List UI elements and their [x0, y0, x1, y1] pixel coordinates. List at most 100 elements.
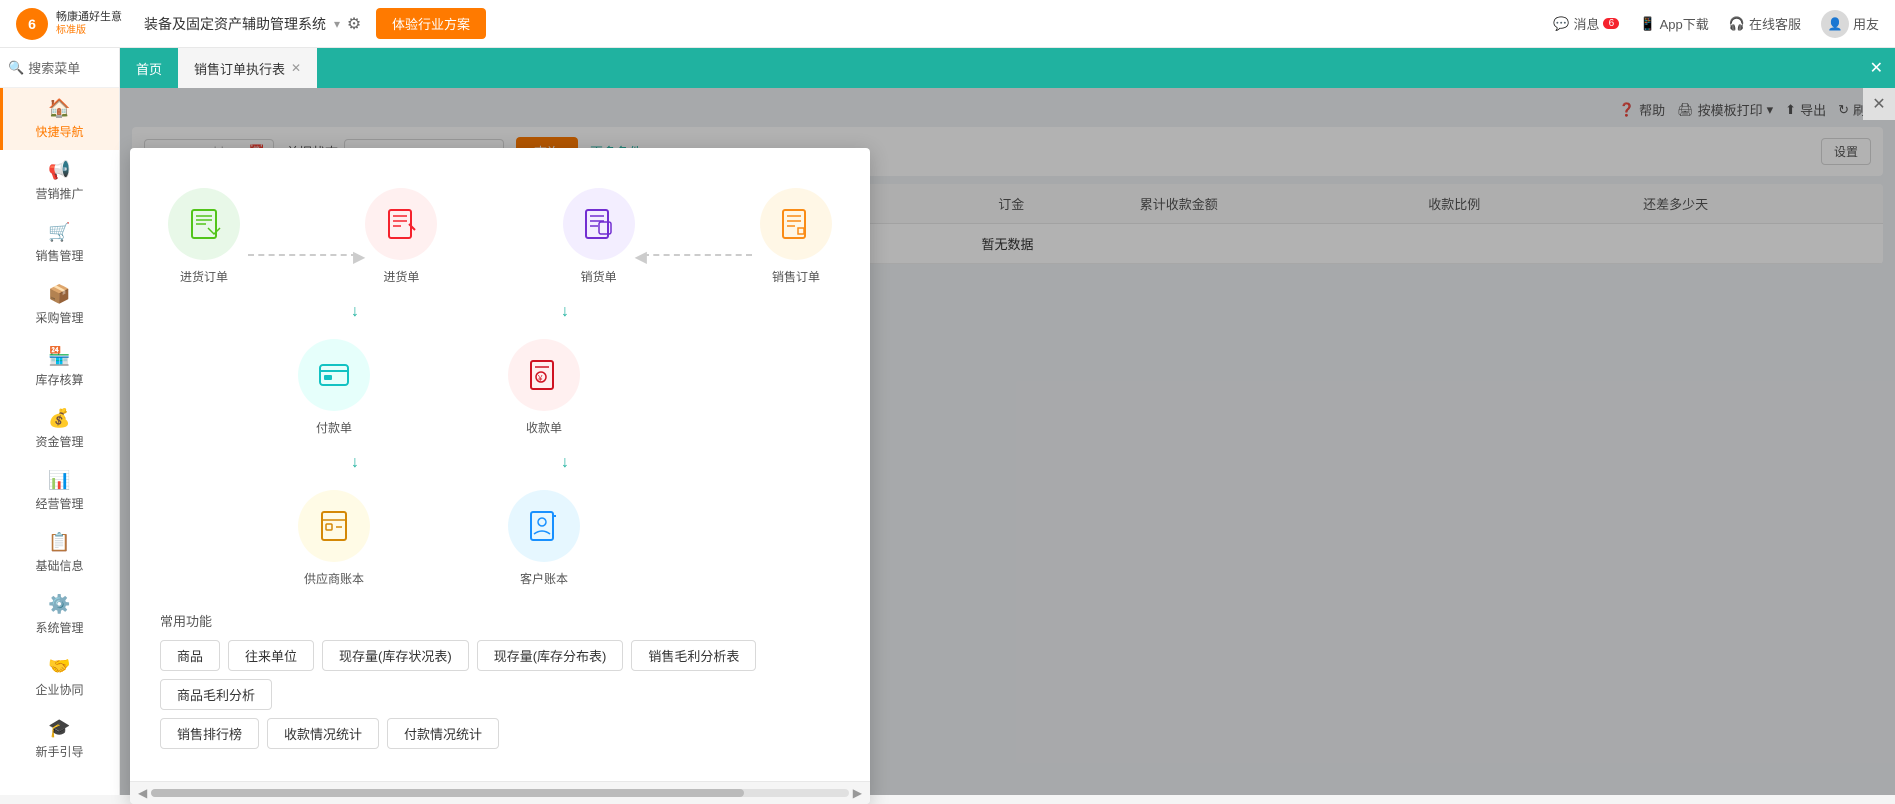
- sidebar-item-newbie[interactable]: 🎓 新手引导: [0, 708, 119, 770]
- sidebar-item-system[interactable]: ⚙️ 系统管理: [0, 584, 119, 646]
- func-btn-product[interactable]: 商品: [160, 640, 220, 671]
- logo-icon: 6: [16, 8, 48, 40]
- online-service-action[interactable]: 🎧 在线客服: [1729, 14, 1801, 33]
- sales-bill-circle[interactable]: [563, 188, 635, 260]
- modal-content: 进货订单 ▶: [130, 148, 870, 781]
- scroll-left-icon[interactable]: ◀: [138, 786, 147, 800]
- down-arrow-payment-icon: ↓: [351, 454, 359, 472]
- flow-node-receipt[interactable]: ¥ 收款单: [500, 323, 588, 452]
- header-right: 💬 消息 6 📱 App下载 🎧 在线客服 👤 用友: [1553, 10, 1879, 38]
- sales-bill-label: 销货单: [581, 268, 617, 285]
- supplier-account-label: 供应商账本: [304, 570, 364, 587]
- newbie-icon: 🎓: [48, 718, 70, 739]
- sidebar-item-enterprise[interactable]: 🤝 企业协同: [0, 646, 119, 708]
- func-btn-sales-rank[interactable]: 销售排行榜: [160, 718, 259, 749]
- func-btn-product-profit[interactable]: 商品毛利分析: [160, 679, 272, 710]
- logo-area: 6 畅康通好生意 标准版: [16, 8, 136, 40]
- func-buttons-row1: 商品 往来单位 现存量(库存状况表) 现存量(库存分布表) 销售毛利分析表 商品…: [160, 640, 840, 710]
- user-name: 用友: [1853, 14, 1879, 33]
- modal-close-button[interactable]: ✕: [1863, 88, 1895, 120]
- user-profile[interactable]: 👤 用友: [1821, 10, 1879, 38]
- flow-node-purchase-order[interactable]: 进货订单: [160, 172, 248, 301]
- content-area: 首页 销售订单执行表 ✕ ✕ ❓ 帮助 🖨 按模板打印 ▾: [120, 48, 1895, 795]
- app-download-action[interactable]: 📱 App下载: [1639, 14, 1708, 33]
- message-action[interactable]: 💬 消息 6: [1553, 14, 1619, 33]
- purchase-order-circle[interactable]: [168, 188, 240, 260]
- flow-node-purchase-bill[interactable]: 进货单: [357, 172, 445, 301]
- sidebar-item-operation[interactable]: 📊 经营管理: [0, 460, 119, 522]
- sidebar-item-marketing[interactable]: 📢 营销推广: [0, 150, 119, 212]
- v-arrow-payment: ↓: [290, 452, 420, 474]
- main-layout: 🔍 搜索菜单 🏠 快捷导航 📢 营销推广 🛒 销售管理 📦 采购管理 🏪 库存核…: [0, 48, 1895, 795]
- flow-node-sales-order[interactable]: 销售订单: [752, 172, 840, 301]
- top-header: 6 畅康通好生意 标准版 装备及固定资产辅助管理系统 ▾ ⚙ 体验行业方案 💬 …: [0, 0, 1895, 48]
- func-btn-payment-stats[interactable]: 付款情况统计: [387, 718, 499, 749]
- receipt-circle[interactable]: ¥: [508, 339, 580, 411]
- purchase-bill-label: 进货单: [383, 268, 419, 285]
- page-content: ❓ 帮助 🖨 按模板打印 ▾ ⬆ 导出 ↻ 刷新: [120, 88, 1895, 795]
- download-icon: 📱: [1639, 16, 1655, 32]
- quick-nav-icon: 🏠: [48, 98, 70, 119]
- func-btn-sales-profit[interactable]: 销售毛利分析表: [631, 640, 756, 671]
- sidebar-item-basic[interactable]: 📋 基础信息: [0, 522, 119, 584]
- v-arrow-receipt: ↓: [500, 452, 630, 474]
- func-buttons-row2: 销售排行榜 收款情况统计 付款情况统计: [160, 718, 840, 749]
- func-btn-partner[interactable]: 往来单位: [228, 640, 314, 671]
- tab-bar: 首页 销售订单执行表 ✕ ✕: [120, 48, 1895, 88]
- flow-diagram: 进货订单 ▶: [160, 172, 840, 603]
- scrollbar-track[interactable]: [151, 789, 849, 797]
- settings-icon[interactable]: ⚙: [340, 10, 368, 38]
- down-arrow-sales-icon: ↓: [561, 303, 569, 321]
- flow-node-customer-account[interactable]: 客户账本: [500, 474, 588, 603]
- tab-sales-exec[interactable]: 销售订单执行表 ✕: [178, 48, 317, 88]
- payment-label: 付款单: [316, 419, 352, 436]
- search-icon: 🔍: [8, 60, 24, 76]
- flow-node-supplier-account[interactable]: 供应商账本: [290, 474, 378, 603]
- purchase-bill-circle[interactable]: [365, 188, 437, 260]
- customer-account-label: 客户账本: [520, 570, 568, 587]
- flow-node-payment[interactable]: 付款单: [290, 323, 378, 452]
- payment-circle[interactable]: [298, 339, 370, 411]
- func-btn-inventory-dist[interactable]: 现存量(库存分布表): [477, 640, 624, 671]
- inventory-icon: 🏪: [48, 346, 70, 367]
- v-arrow-purchase-bill: ↓: [290, 301, 420, 323]
- flow-node-sales-bill[interactable]: 销货单: [555, 172, 643, 301]
- sidebar-item-inventory[interactable]: 🏪 库存核算: [0, 336, 119, 398]
- tab-bar-close-icon[interactable]: ✕: [1870, 58, 1883, 78]
- marketing-icon: 📢: [48, 160, 70, 181]
- tab-close-icon[interactable]: ✕: [291, 61, 301, 75]
- modal-scrollbar: ◀ ▶: [130, 781, 870, 804]
- sales-icon: 🛒: [48, 222, 70, 243]
- service-icon: 🎧: [1729, 16, 1745, 32]
- purchase-order-label: 进货订单: [180, 268, 228, 285]
- func-btn-receipt-stats[interactable]: 收款情况统计: [267, 718, 379, 749]
- sidebar-item-sales[interactable]: 🛒 销售管理: [0, 212, 119, 274]
- system-icon: ⚙️: [48, 594, 70, 615]
- message-badge: 6: [1603, 18, 1619, 29]
- v-arrow-purchase-order: [160, 310, 290, 314]
- flow-row-2: 付款单 ¥ 收款单: [160, 323, 840, 452]
- supplier-account-circle[interactable]: [298, 490, 370, 562]
- scroll-right-icon[interactable]: ▶: [853, 786, 862, 800]
- down-arrow-receipt-icon: ↓: [561, 454, 569, 472]
- v-arrow-sales-order: [710, 310, 840, 314]
- func-btn-inventory-status[interactable]: 现存量(库存状况表): [322, 640, 469, 671]
- operation-icon: 📊: [48, 470, 70, 491]
- sidebar-search[interactable]: 🔍 搜索菜单: [0, 48, 119, 88]
- purchase-icon: 📦: [48, 284, 70, 305]
- tab-home[interactable]: 首页: [120, 48, 178, 88]
- sidebar-item-finance[interactable]: 💰 资金管理: [0, 398, 119, 460]
- sales-order-circle[interactable]: [760, 188, 832, 260]
- modal-box: 进货订单 ▶: [130, 148, 870, 804]
- flow-row-3: 供应商账本 客户账本: [160, 474, 840, 603]
- scrollbar-thumb: [151, 789, 744, 797]
- customer-account-circle[interactable]: [508, 490, 580, 562]
- sidebar-item-quick-nav[interactable]: 🏠 快捷导航: [0, 88, 119, 150]
- svg-text:¥: ¥: [537, 374, 543, 383]
- sidebar-item-purchase[interactable]: 📦 采购管理: [0, 274, 119, 336]
- message-icon: 💬: [1553, 16, 1569, 32]
- system-title: 装备及固定资产辅助管理系统: [144, 14, 326, 34]
- down-arrow-purchase-icon: ↓: [351, 303, 359, 321]
- system-title-area: 装备及固定资产辅助管理系统 ▾: [144, 14, 340, 34]
- trial-button[interactable]: 体验行业方案: [376, 8, 486, 39]
